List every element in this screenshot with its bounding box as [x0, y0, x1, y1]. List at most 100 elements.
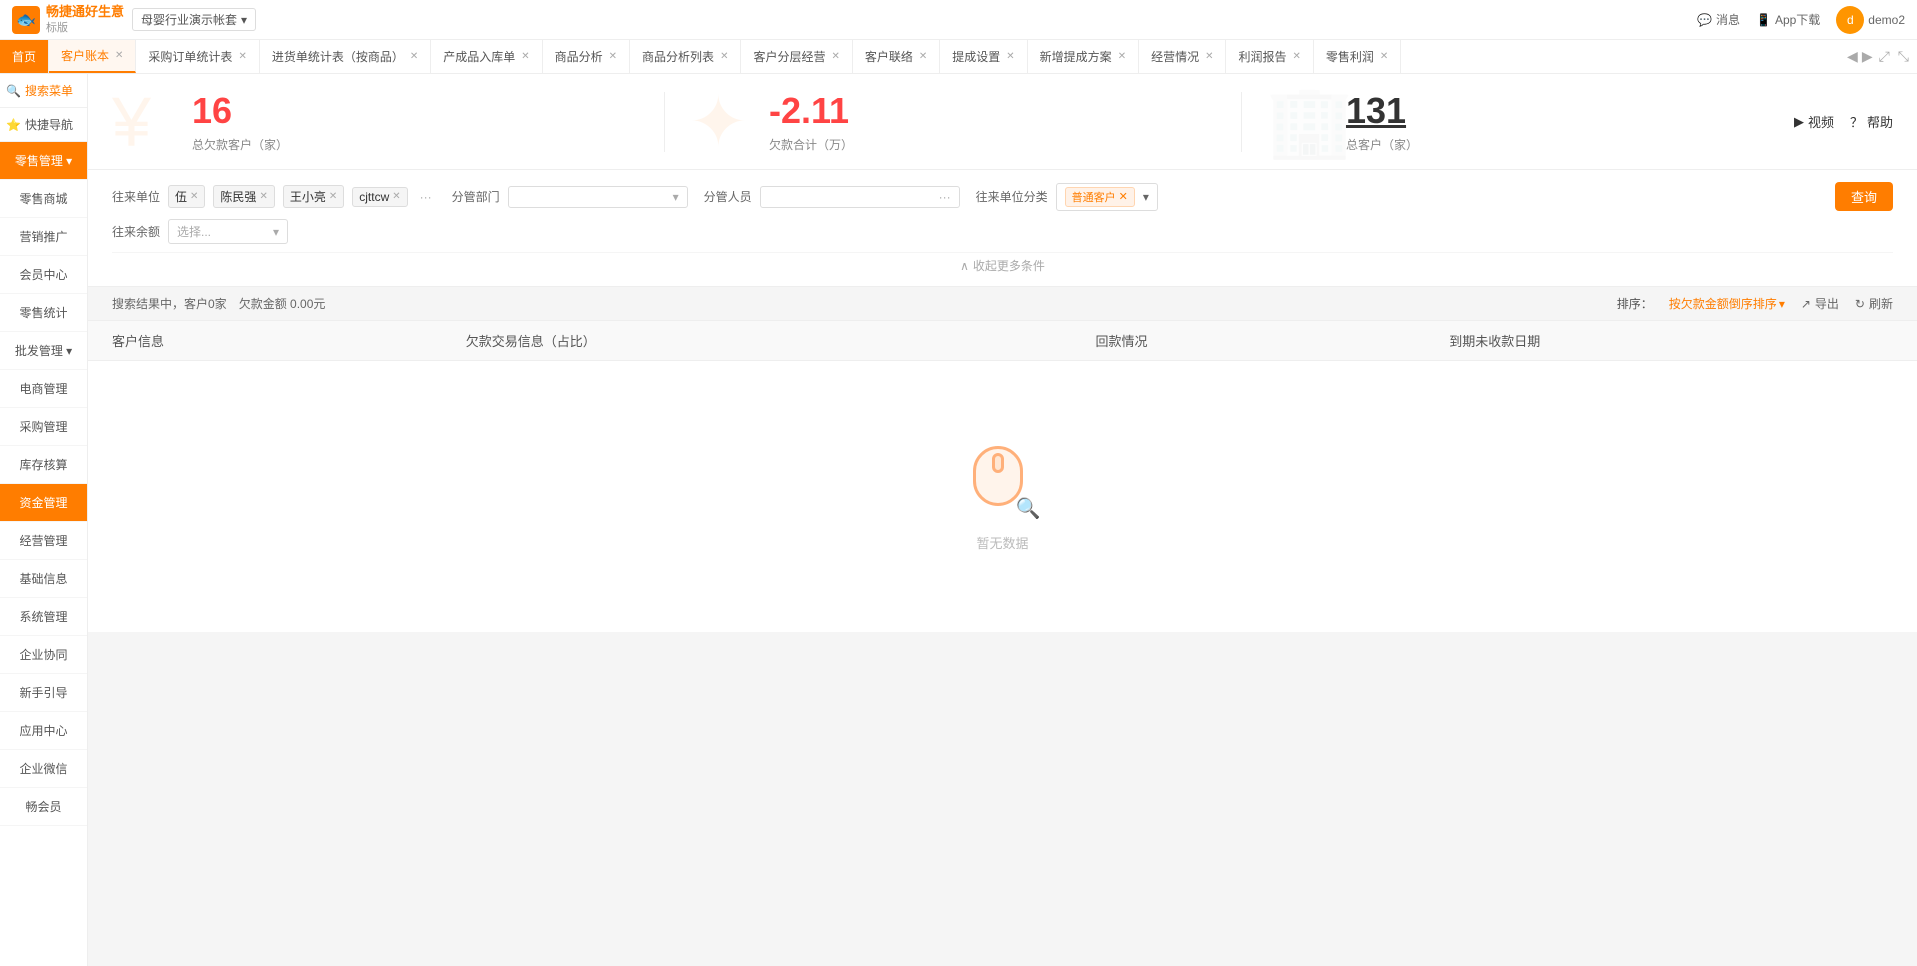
stat-label-3: 总客户（家） — [1346, 136, 1418, 153]
result-summary: 搜索结果中，客户0家 欠款金额 0.00元 — [112, 295, 325, 312]
tab-retail-profit[interactable]: 零售利润 ✕ — [1314, 40, 1401, 73]
table-empty-row: 🔍 暂无数据 — [88, 361, 1917, 633]
video-help-button[interactable]: ▶ 视频 — [1794, 112, 1834, 131]
remove-unit-wu[interactable]: ✕ — [190, 191, 198, 202]
dept-dropdown[interactable]: ▾ — [508, 186, 688, 208]
collapse-filters-btn[interactable]: ∧ 收起更多条件 — [112, 252, 1893, 278]
export-icon: ↗ — [1801, 297, 1811, 311]
tab-goods-analysis[interactable]: 商品分析 ✕ — [543, 40, 630, 73]
stat-content-2: -2.11 欠款合计（万） — [769, 90, 853, 153]
chevron-up-icon: ∧ — [960, 259, 969, 273]
unit-tag-wu: 伍 ✕ — [168, 185, 205, 208]
classify-dropdown[interactable]: 普通客户 ✕ ▾ — [1056, 183, 1158, 211]
close-icon[interactable]: ✕ — [831, 51, 839, 62]
close-icon[interactable]: ✕ — [1118, 51, 1126, 62]
tenant-dropdown[interactable]: 母婴行业演示帐套 ▾ — [132, 8, 256, 31]
close-icon[interactable]: ✕ — [1380, 51, 1388, 62]
result-bar: 搜索结果中，客户0家 欠款金额 0.00元 排序： 按欠款金额倒序排序 ▾ ↗ … — [88, 287, 1917, 320]
stats-actions: ▶ 视频 ？ 帮助 — [1794, 112, 1893, 131]
empty-state: 🔍 暂无数据 — [88, 361, 1917, 632]
table-body: 🔍 暂无数据 — [88, 361, 1917, 633]
close-icon[interactable]: ✕ — [115, 50, 123, 61]
person-filter-label: 分管人员 — [704, 188, 752, 205]
person-input[interactable]: ··· — [760, 186, 960, 208]
tab-minimize-icon[interactable]: ⤡ — [1894, 48, 1913, 65]
sidebar-item-app-center[interactable]: 应用中心 — [0, 712, 87, 750]
sidebar-item-purchase[interactable]: 采购管理 — [0, 408, 87, 446]
close-icon[interactable]: ✕ — [238, 51, 246, 62]
balance-dropdown[interactable]: 选择... ▾ — [168, 219, 288, 244]
sidebar-item-inventory[interactable]: 库存核算 — [0, 446, 87, 484]
nav-tabs: 首页 客户账本 ✕ 采购订单统计表 ✕ 进货单统计表（按商品） ✕ 产成品入库单… — [0, 40, 1917, 74]
close-icon[interactable]: ✕ — [919, 51, 927, 62]
tab-home[interactable]: 首页 — [0, 40, 49, 73]
search-icon: 🔍 — [6, 84, 21, 98]
sidebar-quick-nav[interactable]: ⭐ 快捷导航 — [0, 108, 87, 142]
table-header-row: 客户信息 欠款交易信息（占比） 回款情况 到期未收款日期 — [88, 321, 1917, 361]
sidebar-item-enterprise-wechat[interactable]: 企业微信 — [0, 750, 87, 788]
sidebar-item-marketing[interactable]: 营销推广 — [0, 218, 87, 256]
sidebar-item-basic-info[interactable]: 基础信息 — [0, 560, 87, 598]
logo-icon: 🐟 — [12, 6, 40, 34]
messages-button[interactable]: 💬 消息 — [1697, 11, 1740, 28]
sidebar-item-operations[interactable]: 经营管理 — [0, 522, 87, 560]
stat-total-customers: ¥ 16 总欠款客户（家） — [112, 90, 640, 153]
stat-value-1: 16 — [192, 90, 288, 132]
tab-profit-report[interactable]: 利润报告 ✕ — [1226, 40, 1313, 73]
stat-value-2: -2.11 — [769, 90, 853, 132]
app-download-button[interactable]: 📱 App下载 — [1756, 11, 1820, 28]
remove-unit-cjttcw[interactable]: ✕ — [392, 191, 400, 202]
sidebar-item-retail-mall[interactable]: 零售商城 — [0, 180, 87, 218]
tab-new-commission[interactable]: 新增提成方案 ✕ — [1028, 40, 1139, 73]
sidebar-item-new-guide[interactable]: 新手引导 — [0, 674, 87, 712]
sidebar-item-member-plus[interactable]: 畅会员 — [0, 788, 87, 826]
sidebar-search[interactable]: 🔍 搜索菜单 — [0, 74, 87, 108]
tab-customer-account[interactable]: 客户账本 ✕ — [49, 40, 136, 73]
sidebar-item-system[interactable]: 系统管理 — [0, 598, 87, 636]
remove-unit-chen[interactable]: ✕ — [259, 191, 267, 202]
tab-customer-contact[interactable]: 客户联络 ✕ — [853, 40, 940, 73]
close-icon[interactable]: ✕ — [1293, 51, 1301, 62]
unit-filter-label: 往来单位 — [112, 188, 160, 205]
logo-area: 🐟 畅捷通好生意 标版 — [12, 4, 124, 36]
stat-content-3: 131 总客户（家） — [1346, 90, 1418, 153]
tab-business-status[interactable]: 经营情况 ✕ — [1139, 40, 1226, 73]
help-button[interactable]: ？ 帮助 — [1850, 112, 1893, 131]
close-icon[interactable]: ✕ — [1006, 51, 1014, 62]
close-icon[interactable]: ✕ — [410, 51, 418, 62]
table-header-customer-info: 客户信息 — [88, 321, 442, 361]
more-unit-tags-btn[interactable]: ··· — [416, 188, 436, 206]
close-icon[interactable]: ✕ — [720, 51, 728, 62]
help-icon: ？ — [1850, 112, 1863, 131]
user-menu[interactable]: d demo2 — [1836, 6, 1905, 34]
refresh-button[interactable]: ↻ 刷新 — [1855, 295, 1893, 312]
sidebar-item-wholesale[interactable]: 批发管理 ▾ — [0, 332, 87, 370]
tab-prev-arrow[interactable]: ◀ — [1845, 48, 1860, 65]
tab-goods-analysis-list[interactable]: 商品分析列表 ✕ — [630, 40, 741, 73]
sidebar-item-retail-stats[interactable]: 零售统计 — [0, 294, 87, 332]
tab-purchase-order[interactable]: 采购订单统计表 ✕ — [136, 40, 259, 73]
sidebar-item-ecommerce[interactable]: 电商管理 — [0, 370, 87, 408]
close-icon[interactable]: ✕ — [609, 51, 617, 62]
close-icon[interactable]: ✕ — [1205, 51, 1213, 62]
tab-commission-settings[interactable]: 提成设置 ✕ — [940, 40, 1027, 73]
sidebar-item-enterprise-collab[interactable]: 企业协同 — [0, 636, 87, 674]
remove-classify-tag[interactable]: ✕ — [1119, 190, 1128, 203]
tab-customer-segment[interactable]: 客户分层经营 ✕ — [741, 40, 852, 73]
tab-expand-icon[interactable]: ⤢ — [1875, 48, 1894, 65]
sidebar-item-finance[interactable]: 资金管理 — [0, 484, 87, 522]
export-button[interactable]: ↗ 导出 — [1801, 295, 1839, 312]
sidebar-item-retail-management[interactable]: 零售管理 ▾ — [0, 142, 87, 180]
sort-label: 排序： — [1617, 295, 1653, 312]
sort-dropdown[interactable]: 按欠款金额倒序排序 ▾ — [1669, 295, 1785, 312]
tab-next-arrow[interactable]: ▶ — [1860, 48, 1875, 65]
phone-icon: 📱 — [1756, 13, 1771, 27]
tab-purchase-stat[interactable]: 进货单统计表（按商品） ✕ — [260, 40, 431, 73]
query-button[interactable]: 查询 — [1835, 182, 1893, 211]
remove-unit-wang[interactable]: ✕ — [329, 191, 337, 202]
sidebar-item-member-center[interactable]: 会员中心 — [0, 256, 87, 294]
close-icon[interactable]: ✕ — [521, 51, 529, 62]
more-icon: ··· — [939, 190, 951, 204]
dept-filter-label: 分管部门 — [452, 188, 500, 205]
tab-product-inbound[interactable]: 产成品入库单 ✕ — [431, 40, 542, 73]
